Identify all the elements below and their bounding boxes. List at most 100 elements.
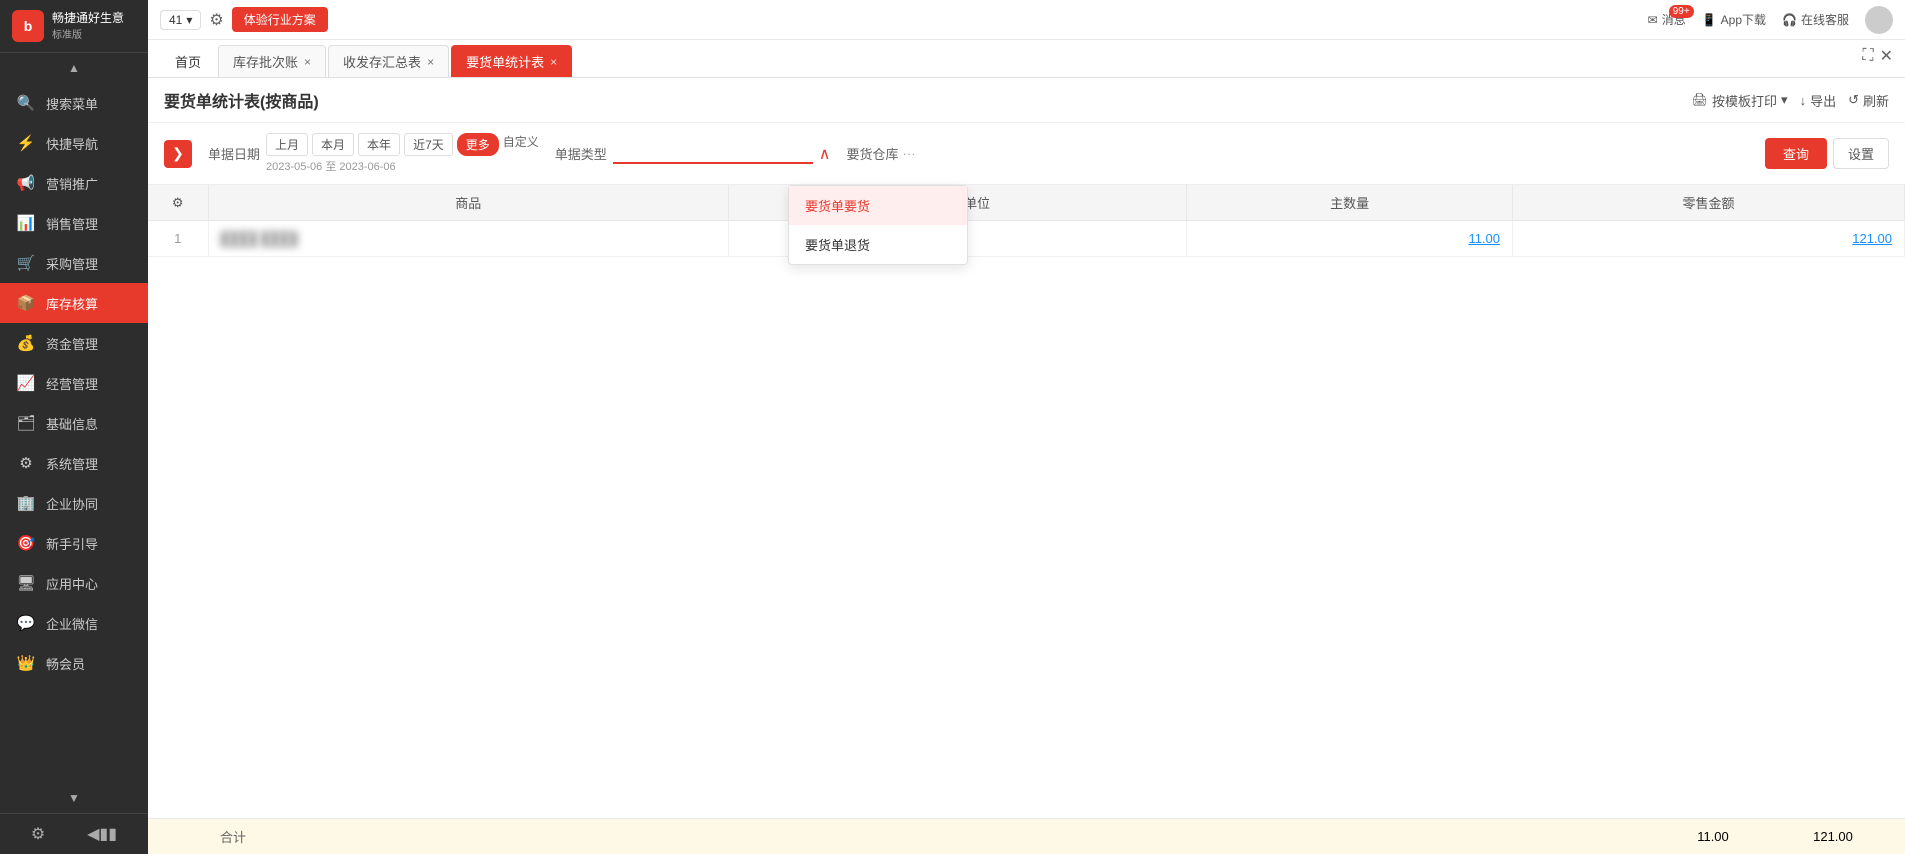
- settings-btn[interactable]: 设置: [1833, 138, 1889, 169]
- filter-expand-btn[interactable]: ❯: [164, 140, 192, 168]
- date-btn-more[interactable]: 更多: [457, 133, 499, 156]
- sidebar-item-search[interactable]: 🔍 搜索菜单: [0, 83, 148, 123]
- dropdown-item-order-require[interactable]: 要货单要货: [789, 186, 967, 225]
- filter-bar: ❯ 单据日期 上月 本月 本年 近7天 更多 自定义 2023-05-06 至 …: [148, 123, 1905, 185]
- sidebar-item-label: 销售管理: [46, 214, 98, 233]
- sidebar-item-label: 采购管理: [46, 254, 98, 273]
- service-icon: 🎧: [1782, 13, 1797, 27]
- warehouse-filter-label: 要货仓库: [847, 144, 899, 163]
- tab-close-all-btn[interactable]: ✕: [1880, 46, 1893, 66]
- tab-close-receive-summary[interactable]: ×: [427, 55, 434, 69]
- tab-inventory-batch[interactable]: 库存批次账 ×: [218, 45, 326, 77]
- settings-icon[interactable]: ⚙: [31, 824, 45, 844]
- sidebar-item-enterprise[interactable]: 🏢 企业协同: [0, 483, 148, 523]
- sidebar-item-wechat[interactable]: 💬 企业微信: [0, 603, 148, 643]
- sidebar-item-label: 基础信息: [46, 414, 98, 433]
- system-icon: ⚙: [16, 453, 36, 473]
- date-btn-this-year[interactable]: 本年: [358, 133, 400, 156]
- tab-inventory-batch-label: 库存批次账: [233, 52, 298, 71]
- sidebar-item-shortcut[interactable]: ⚡ 快捷导航: [0, 123, 148, 163]
- data-table: ⚙ 商品 主计量单位 主数量 零售金额 1 ████ ████ 块 11: [148, 185, 1905, 257]
- table-row: 1 ████ ████ 块 11.00 121.00: [148, 221, 1905, 257]
- member-icon: 👑: [16, 653, 36, 673]
- date-btn-last-month[interactable]: 上月: [266, 133, 308, 156]
- user-avatar[interactable]: [1865, 6, 1893, 34]
- sidebar-item-appstore[interactable]: 🖥 应用中心: [0, 563, 148, 603]
- topbar-gear-icon[interactable]: ⚙: [209, 10, 223, 30]
- sidebar-item-system[interactable]: ⚙ 系统管理: [0, 443, 148, 483]
- table-header-row: ⚙ 商品 主计量单位 主数量 零售金额: [148, 185, 1905, 221]
- row-num: 1: [148, 221, 208, 257]
- print-label: 按模板打印: [1712, 91, 1777, 110]
- export-icon: ↓: [1800, 93, 1807, 108]
- tab-home[interactable]: 首页: [160, 45, 216, 77]
- finance-icon: 💰: [16, 333, 36, 353]
- warehouse-dots-icon[interactable]: ···: [903, 146, 916, 161]
- row-product: ████ ████: [208, 221, 729, 257]
- sidebar-item-finance[interactable]: 💰 资金管理: [0, 323, 148, 363]
- online-service-btn[interactable]: 🎧 在线客服: [1782, 11, 1849, 28]
- sidebar-item-basic[interactable]: 🗂 基础信息: [0, 403, 148, 443]
- footer-amount: 121.00: [1773, 829, 1893, 844]
- sales-icon: 📊: [16, 213, 36, 233]
- export-btn[interactable]: ↓ 导出: [1800, 91, 1837, 110]
- col-settings[interactable]: ⚙: [148, 185, 208, 221]
- industry-btn[interactable]: 体验行业方案: [232, 7, 328, 32]
- message-btn[interactable]: ✉ 消息 99+: [1648, 11, 1686, 28]
- sidebar-bottom: ⚙ ◀▮▮: [0, 813, 148, 854]
- tab-close-inventory-batch[interactable]: ×: [304, 55, 311, 69]
- tab-home-label: 首页: [175, 52, 201, 71]
- date-btn-this-month[interactable]: 本月: [312, 133, 354, 156]
- purchase-icon: 🛒: [16, 253, 36, 273]
- filter-warehouse-group: 要货仓库 ···: [847, 144, 916, 163]
- tab-order-stats[interactable]: 要货单统计表 ×: [451, 45, 572, 77]
- tab-maximize-btn[interactable]: ⛶: [1862, 46, 1873, 66]
- main-area: 41 ▾ ⚙ 体验行业方案 ✉ 消息 99+ 📱 App下载 🎧 在线客服: [148, 0, 1905, 854]
- refresh-btn[interactable]: ↺ 刷新: [1848, 91, 1889, 110]
- sidebar-item-sales[interactable]: 📊 销售管理: [0, 203, 148, 243]
- row-qty[interactable]: 11.00: [1187, 221, 1513, 257]
- sidebar-item-marketing[interactable]: 📢 营销推广: [0, 163, 148, 203]
- filter-date-group: 单据日期 上月 本月 本年 近7天 更多 自定义 2023-05-06 至 20…: [208, 133, 539, 174]
- sidebar-item-purchase[interactable]: 🛒 采购管理: [0, 243, 148, 283]
- sidebar-item-operation[interactable]: 📈 经营管理: [0, 363, 148, 403]
- query-btn[interactable]: 查询: [1765, 138, 1827, 169]
- print-arrow-icon: ▾: [1781, 92, 1788, 108]
- page-header: 要货单统计表(按商品) 🖨 按模板打印 ▾ ↓ 导出 ↺ 刷新: [148, 78, 1905, 123]
- dropdown-item-order-return[interactable]: 要货单退货: [789, 225, 967, 264]
- type-filter-input[interactable]: [613, 143, 813, 164]
- export-label: 导出: [1810, 91, 1836, 110]
- sidebar-nav: 🔍 搜索菜单 ⚡ 快捷导航 📢 营销推广 📊 销售管理 🛒 采购管理 📦 库存核…: [0, 83, 148, 783]
- sidebar-item-label: 库存核算: [46, 294, 98, 313]
- sidebar-item-inventory[interactable]: 📦 库存核算: [0, 283, 148, 323]
- tab-close-order-stats[interactable]: ×: [550, 55, 557, 69]
- sidebar-item-label: 资金管理: [46, 334, 98, 353]
- type-dropdown-arrow[interactable]: ∧: [819, 144, 831, 164]
- footer-qty: 11.00: [1653, 829, 1773, 844]
- page-title: 要货单统计表(按商品): [164, 88, 319, 112]
- col-amount: 零售金额: [1513, 185, 1905, 221]
- filter-type-group: 单据类型 ∧: [555, 143, 831, 164]
- date-btn-custom[interactable]: 自定义: [503, 133, 539, 156]
- sidebar-scroll-up[interactable]: ▲: [64, 57, 84, 79]
- tab-receive-summary[interactable]: 收发存汇总表 ×: [328, 45, 449, 77]
- sidebar-item-label: 搜索菜单: [46, 94, 98, 113]
- print-icon: 🖨: [1692, 92, 1709, 108]
- branch-arrow-icon: ▾: [186, 13, 192, 27]
- date-btn-7days[interactable]: 近7天: [404, 133, 453, 156]
- sidebar-scroll-down[interactable]: ▼: [64, 787, 84, 809]
- sidebar-item-member[interactable]: 👑 畅会员: [0, 643, 148, 683]
- sidebar-item-label: 应用中心: [46, 574, 98, 593]
- col-gear-icon[interactable]: ⚙: [172, 195, 184, 210]
- logo-icon: b: [12, 10, 44, 42]
- print-btn[interactable]: 🖨 按模板打印 ▾: [1692, 91, 1788, 110]
- message-icon: ✉: [1648, 13, 1658, 27]
- sidebar-item-guide[interactable]: 🎯 新手引导: [0, 523, 148, 563]
- app-download-btn[interactable]: 📱 App下载: [1702, 11, 1766, 28]
- branch-selector[interactable]: 41 ▾: [160, 10, 201, 30]
- marketing-icon: 📢: [16, 173, 36, 193]
- menu-toggle-icon[interactable]: ◀▮▮: [87, 824, 117, 844]
- refresh-label: 刷新: [1863, 91, 1889, 110]
- message-badge: 99+: [1669, 5, 1694, 18]
- row-amount[interactable]: 121.00: [1513, 221, 1905, 257]
